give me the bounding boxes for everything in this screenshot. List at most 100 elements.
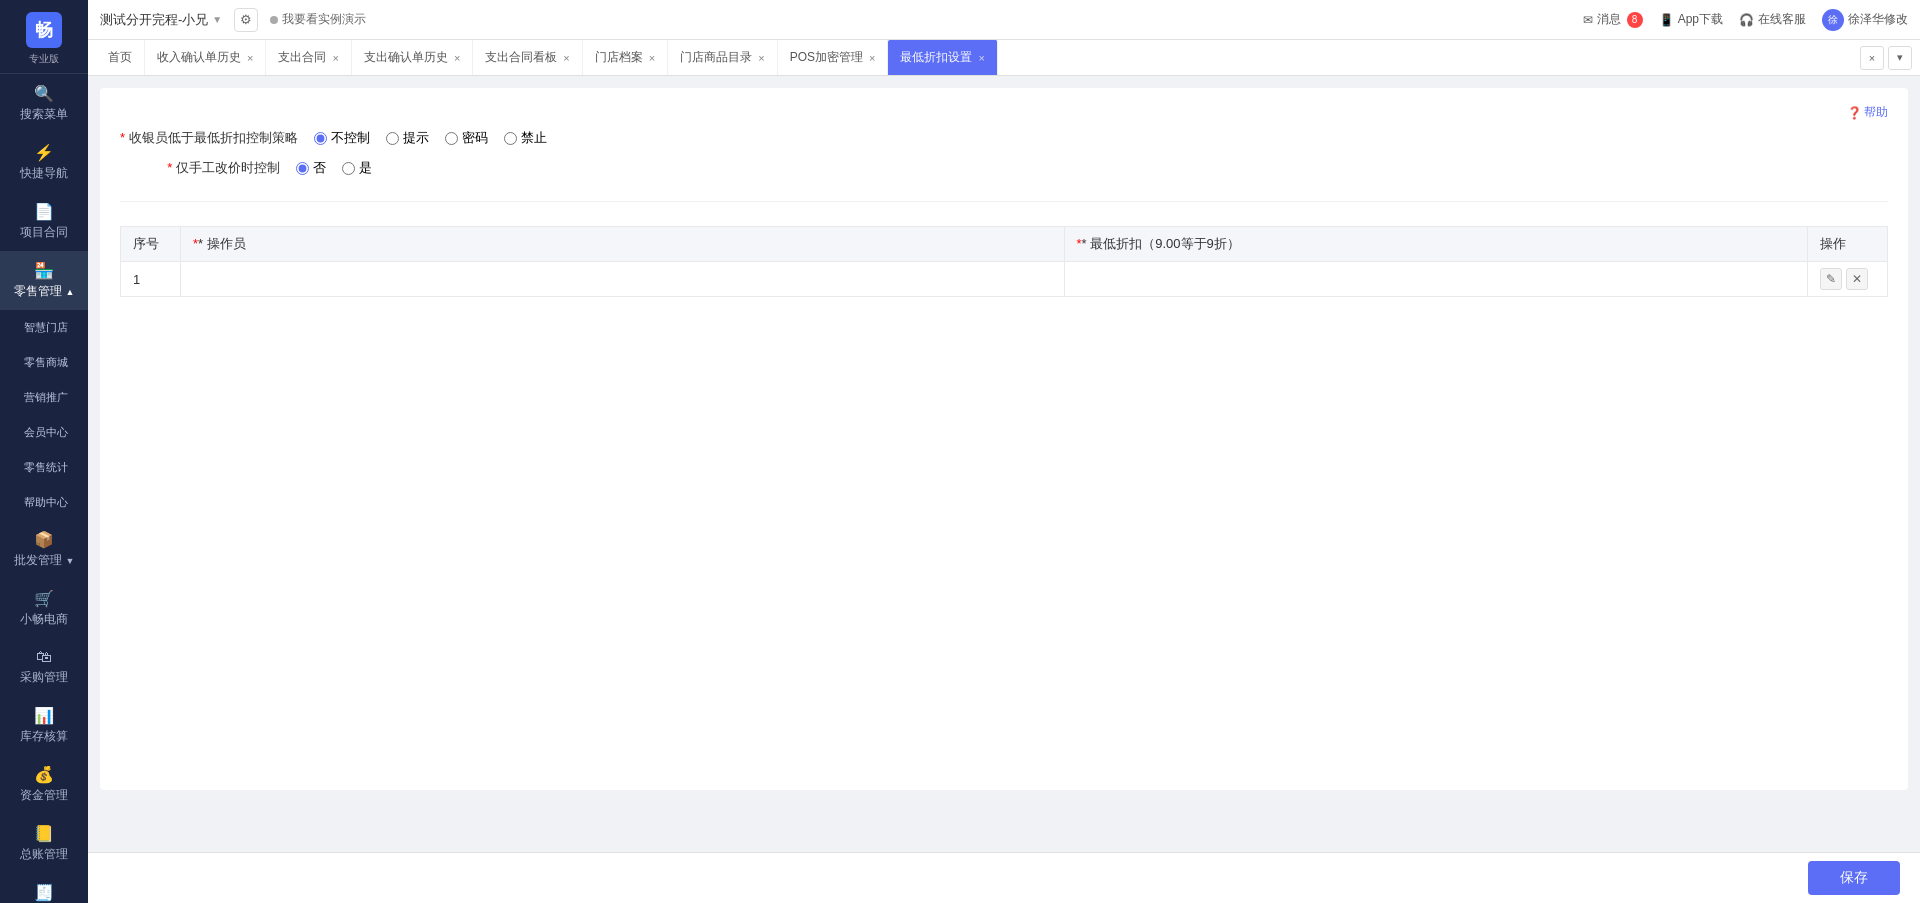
col-header-seq: 序号 <box>121 227 181 262</box>
sidebar-item-ecommerce[interactable]: 🛒 小畅电商 <box>0 579 88 638</box>
cashier-policy-radio-group: 不控制 提示 密码 禁止 <box>314 129 547 147</box>
tab-close-pos-password[interactable]: × <box>869 52 875 64</box>
tab-close-payment-history[interactable]: × <box>454 52 460 64</box>
tabs-close-button[interactable]: × <box>1860 46 1884 70</box>
sidebar-item-inventory[interactable]: 📊 库存核算 <box>0 696 88 755</box>
ecommerce-icon: 🛒 <box>34 589 54 608</box>
demo-dot-icon <box>270 16 278 24</box>
sidebar-item-retail[interactable]: 🏪 零售管理▲ <box>0 251 88 310</box>
sidebar-item-member[interactable]: 会员中心 <box>0 415 88 450</box>
table-row: 1 ✎ ✕ <box>121 262 1888 297</box>
sidebar-item-ledger[interactable]: 📒 总账管理 <box>0 814 88 873</box>
sidebar-item-retail-stats[interactable]: 零售统计 <box>0 450 88 485</box>
tab-pos-password[interactable]: POS加密管理 × <box>778 40 889 76</box>
tab-store-file[interactable]: 门店档案 × <box>583 40 668 76</box>
tab-home[interactable]: 首页 <box>96 40 145 76</box>
sidebar-item-purchase[interactable]: 🛍 采购管理 <box>0 638 88 696</box>
delete-row-button[interactable]: ✕ <box>1846 268 1868 290</box>
cell-discount <box>1064 262 1808 297</box>
sidebar-item-smart-store[interactable]: 智慧门店 <box>0 310 88 345</box>
sidebar-item-label: 小畅电商 <box>20 611 68 628</box>
cell-action: ✎ ✕ <box>1808 262 1888 297</box>
tab-label: 最低折扣设置 <box>900 49 972 66</box>
main-area: 测试分开完程-小兄 ▼ ⚙ 我要看实例演示 ✉ 消息 8 📱 App下载 🎧 在… <box>88 0 1920 903</box>
radio-password[interactable]: 密码 <box>445 129 488 147</box>
tab-store-catalog[interactable]: 门店商品目录 × <box>668 40 777 76</box>
cell-operator <box>181 262 1065 297</box>
tab-close-min-discount[interactable]: × <box>978 52 984 64</box>
sidebar-item-wholesale[interactable]: 📦 批发管理▼ <box>0 520 88 579</box>
sidebar-item-label: 项目合同 <box>20 224 68 241</box>
notifications-label: 消息 <box>1597 11 1621 28</box>
sidebar-item-finance[interactable]: 💰 资金管理 <box>0 755 88 814</box>
inventory-icon: 📊 <box>34 706 54 725</box>
radio-remind[interactable]: 提示 <box>386 129 429 147</box>
table-scroll-area: 序号 ** 操作员 ** 最低折扣（9.00等于9折） 操作 1 <box>120 218 1888 297</box>
tab-close-payment-contract[interactable]: × <box>332 52 338 64</box>
topbar: 测试分开完程-小兄 ▼ ⚙ 我要看实例演示 ✉ 消息 8 📱 App下载 🎧 在… <box>88 0 1920 40</box>
cashier-policy-label: * 收银员低于最低折扣控制策略 <box>120 129 298 147</box>
col-header-operator: ** 操作员 <box>181 227 1065 262</box>
radio-no[interactable]: 否 <box>296 159 326 177</box>
sidebar-item-marketing[interactable]: 营销推广 <box>0 380 88 415</box>
demo-link[interactable]: 我要看实例演示 <box>270 11 366 28</box>
tab-close-income-history[interactable]: × <box>247 52 253 64</box>
content-card: ❓ 帮助 * 收银员低于最低折扣控制策略 不控制 <box>100 88 1908 790</box>
purchase-icon: 🛍 <box>36 648 52 666</box>
app-download-button[interactable]: 📱 App下载 <box>1659 11 1723 28</box>
radio-yes[interactable]: 是 <box>342 159 372 177</box>
sidebar: 畅 专业版 🔍 搜索菜单 ⚡ 快捷导航 📄 项目合同 🏪 零售管理▲ 智慧门店 … <box>0 0 88 903</box>
logo-icon: 畅 <box>26 12 62 48</box>
manual-price-row: * 仅手工改价时控制 否 是 <box>120 159 1888 177</box>
search-icon: 🔍 <box>34 84 54 103</box>
sidebar-item-label: 采购管理 <box>20 669 68 686</box>
tabs-bar: 首页 收入确认单历史 × 支出合同 × 支出确认单历史 × 支出合同看板 × 门… <box>88 40 1920 76</box>
tab-label: 支出合同看板 <box>485 49 557 66</box>
cell-seq: 1 <box>121 262 181 297</box>
finance-icon: 💰 <box>34 765 54 784</box>
form-section: * 收银员低于最低折扣控制策略 不控制 提示 密码 <box>120 129 1888 202</box>
tab-close-payment-board[interactable]: × <box>563 52 569 64</box>
tabs-actions: × ▾ <box>1860 46 1912 70</box>
project-selector[interactable]: 测试分开完程-小兄 ▼ <box>100 11 222 29</box>
invoice-icon: 🧾 <box>34 883 54 902</box>
tab-payment-board[interactable]: 支出合同看板 × <box>473 40 582 76</box>
user-menu[interactable]: 徐 徐泽华修改 <box>1822 9 1908 31</box>
avatar-icon: 徐 <box>1822 9 1844 31</box>
wholesale-icon: 📦 <box>34 530 54 549</box>
sidebar-item-retail-mall[interactable]: 零售商城 <box>0 345 88 380</box>
sidebar-item-invoice[interactable]: 🧾 发票管理 <box>0 873 88 903</box>
save-button[interactable]: 保存 <box>1808 861 1900 895</box>
page-content: ❓ 帮助 * 收银员低于最低折扣控制策略 不控制 <box>88 76 1920 852</box>
sidebar-item-quicknav[interactable]: ⚡ 快捷导航 <box>0 133 88 192</box>
tabs-more-button[interactable]: ▾ <box>1888 46 1912 70</box>
sidebar-item-help-center[interactable]: 帮助中心 <box>0 485 88 520</box>
phone-icon: 📱 <box>1659 13 1674 27</box>
radio-forbid[interactable]: 禁止 <box>504 129 547 147</box>
tab-income-history[interactable]: 收入确认单历史 × <box>145 40 266 76</box>
notifications-button[interactable]: ✉ 消息 8 <box>1583 11 1643 28</box>
online-service-button[interactable]: 🎧 在线客服 <box>1739 11 1806 28</box>
topbar-right: ✉ 消息 8 📱 App下载 🎧 在线客服 徐 徐泽华修改 <box>1583 9 1908 31</box>
sidebar-item-label: 库存核算 <box>20 728 68 745</box>
tab-payment-contract[interactable]: 支出合同 × <box>266 40 351 76</box>
sidebar-item-label: 零售管理▲ <box>14 283 75 300</box>
tab-close-store-catalog[interactable]: × <box>758 52 764 64</box>
tab-label: 首页 <box>108 49 132 66</box>
tab-min-discount[interactable]: 最低折扣设置 × <box>888 40 997 76</box>
headset-icon: 🎧 <box>1739 13 1754 27</box>
sidebar-item-search[interactable]: 🔍 搜索菜单 <box>0 74 88 133</box>
sidebar-item-contract[interactable]: 📄 项目合同 <box>0 192 88 251</box>
help-icon: ❓ <box>1847 106 1862 120</box>
edit-row-button[interactable]: ✎ <box>1820 268 1842 290</box>
tab-label: 支出合同 <box>278 49 326 66</box>
topbar-settings-button[interactable]: ⚙ <box>234 8 258 32</box>
help-link[interactable]: ❓ 帮助 <box>1847 104 1888 121</box>
tab-payment-history[interactable]: 支出确认单历史 × <box>352 40 473 76</box>
tab-label: 门店商品目录 <box>680 49 752 66</box>
radio-no-control[interactable]: 不控制 <box>314 129 370 147</box>
tab-close-store-file[interactable]: × <box>649 52 655 64</box>
sidebar-item-label: 总账管理 <box>20 846 68 863</box>
settings-gear-icon: ⚙ <box>240 12 252 27</box>
quicknav-icon: ⚡ <box>34 143 54 162</box>
